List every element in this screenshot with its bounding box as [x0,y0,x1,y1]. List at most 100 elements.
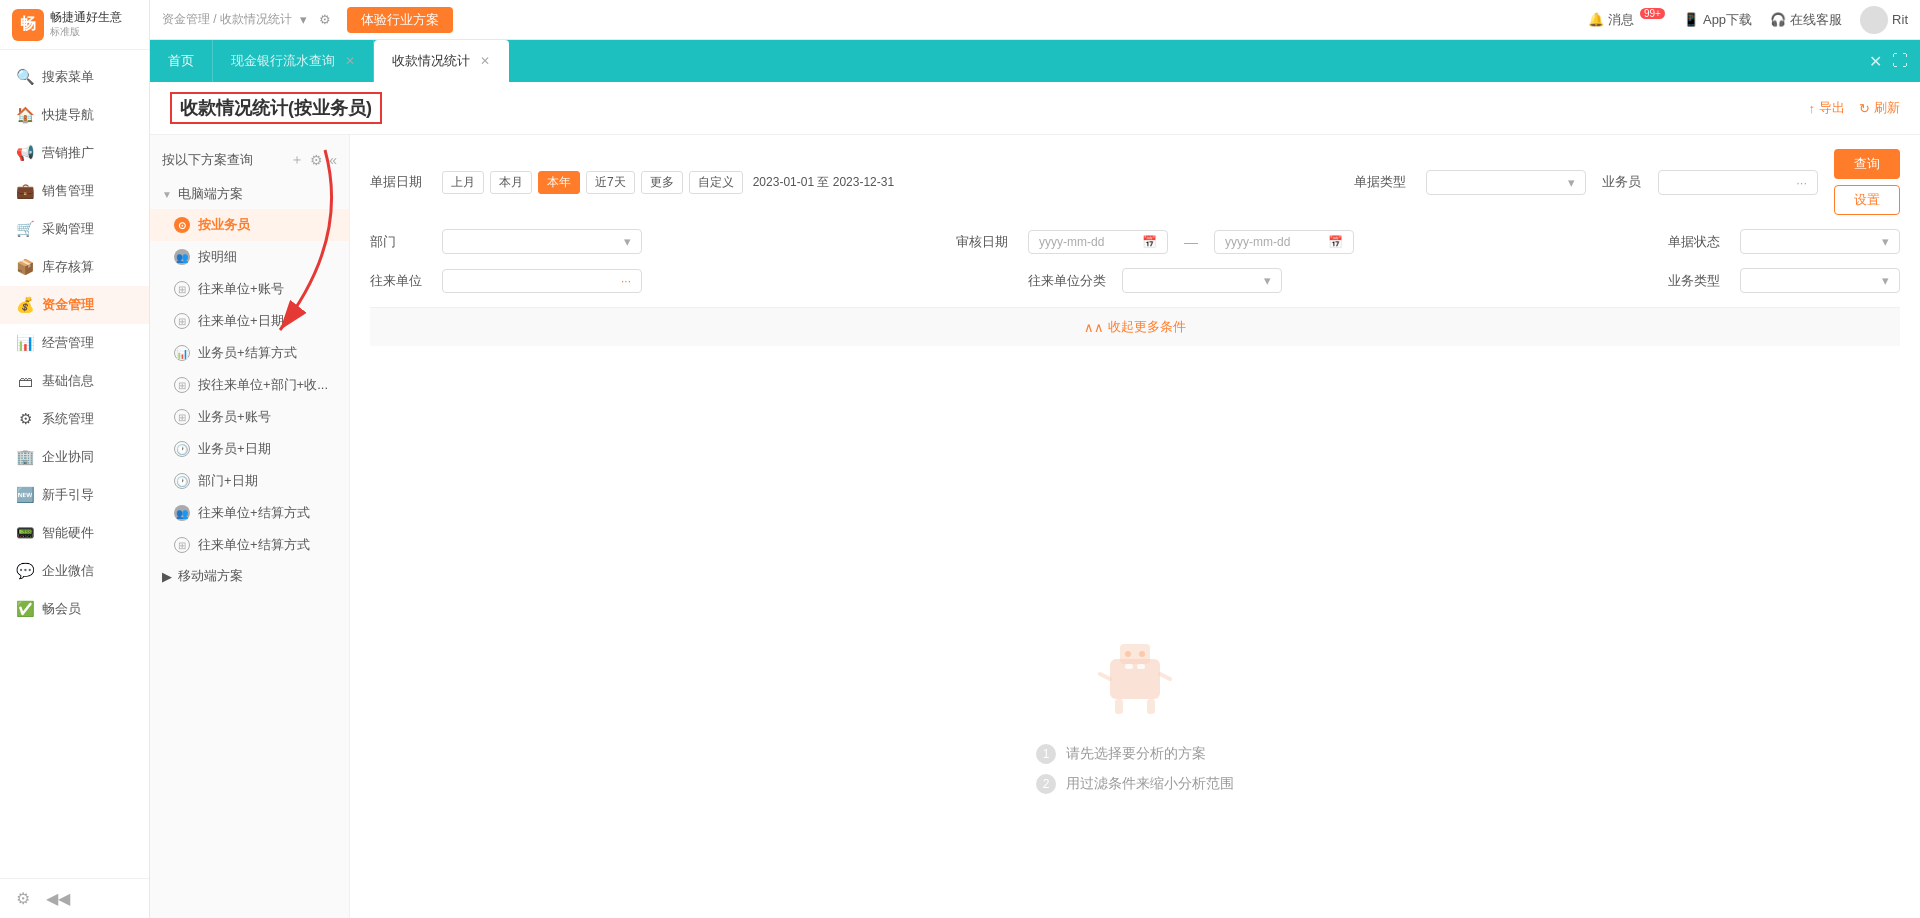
svg-point-2 [1125,651,1131,657]
purchase-icon: 🛒 [16,220,34,238]
scheme-settings-icon[interactable]: ⚙ [310,152,323,168]
tab-home[interactable]: 首页 [150,40,213,82]
date-btn-more[interactable]: 更多 [641,171,683,194]
people-icon: 👥 [174,505,190,521]
sidebar-item-enterprise[interactable]: 🏢企业协同 [0,438,149,476]
scheme-mobile-group-title[interactable]: ▶ 移动端方案 [150,561,349,591]
sidebar-item-finance[interactable]: 💰资金管理 [0,286,149,324]
date-label: 单据日期 [370,173,426,191]
app-download-btn[interactable]: 📱 App下载 [1683,11,1752,29]
empty-step-2: 2 用过滤条件来缩小分析范围 [1036,774,1234,794]
scheme-item-partner-method1[interactable]: 👥 往来单位+结算方式 [150,497,349,529]
window-close-icon[interactable]: ✕ [1869,52,1882,71]
member-icon: ✅ [16,600,34,618]
sidebar-item-quicknav[interactable]: 🏠 快捷导航 [0,96,149,134]
salesperson-select[interactable]: ··· [1658,170,1818,195]
sidebar-item-hardware[interactable]: 📟智能硬件 [0,514,149,552]
filter-row-3: 往来单位 ··· 往来单位分类 ▾ 业务类型 [370,268,1900,293]
biz-type-select[interactable]: ▾ [1740,268,1900,293]
date-quick-btns: 上月 本月 本年 近7天 更多 自定义 2023-01-01 至 2023-12… [442,171,894,194]
partner-more-icon[interactable]: ··· [621,274,631,288]
topbar-gear-icon[interactable]: ⚙ [319,12,331,27]
sidebar-item-master[interactable]: 🗃基础信息 [0,362,149,400]
review-date-from-input[interactable]: yyyy-mm-dd 📅 [1028,230,1168,254]
scheme-add-icon[interactable]: ＋ [290,151,304,169]
partner-label: 往来单位 [370,272,426,290]
filter-area: 单据日期 上月 本月 本年 近7天 更多 自定义 2023-01-01 至 20… [350,135,1920,501]
step-num-2: 2 [1036,774,1056,794]
scheme-desktop-group-title[interactable]: ▼ 电脑端方案 [150,179,349,209]
sidebar-label-member: 畅会员 [42,600,81,618]
date-btn-this-month[interactable]: 本月 [490,171,532,194]
sidebar-item-wechat[interactable]: 💬企业微信 [0,552,149,590]
svg-rect-4 [1125,664,1133,669]
messages-btn[interactable]: 🔔 消息 99+ [1588,11,1665,29]
logo-icon: 畅 [12,9,44,41]
sidebar-item-marketing[interactable]: 📢营销推广 [0,134,149,172]
trial-btn[interactable]: 体验行业方案 [347,7,453,33]
logo-sub: 标准版 [50,25,122,39]
scheme-item-by-detail[interactable]: 👥 按明细 [150,241,349,273]
breadcrumb-chevron-icon[interactable]: ▾ [300,12,307,27]
dept-select[interactable]: ▾ [442,229,642,254]
sidebar-item-system[interactable]: ⚙系统管理 [0,400,149,438]
salesperson-label: 业务员 [1602,173,1642,191]
scheme-item-partner-method2[interactable]: ⊞ 往来单位+结算方式 [150,529,349,561]
sidebar-item-sales[interactable]: 💼销售管理 [0,172,149,210]
calendar-icon-1: 📅 [1142,235,1157,249]
partner-category-select[interactable]: ▾ [1122,268,1282,293]
sidebar-item-operations[interactable]: 📊经营管理 [0,324,149,362]
main-area: 资金管理 / 收款情况统计 ▾ ⚙ 体验行业方案 🔔 消息 99+ 📱 App下… [150,40,1920,918]
sidebar-item-member[interactable]: ✅ 畅会员 [0,590,149,628]
scheme-item-salesperson-date[interactable]: 🕐 业务员+日期 [150,433,349,465]
scheme-collapse-icon[interactable]: « [329,152,337,168]
date-btn-last-month[interactable]: 上月 [442,171,484,194]
sidebar-label-finance: 资金管理 [42,296,94,314]
page-header: 收款情况统计(按业务员) ↑ 导出 ↻ 刷新 [150,82,1920,135]
sidebar-item-inventory[interactable]: 📦库存核算 [0,248,149,286]
export-btn[interactable]: ↑ 导出 [1809,99,1846,117]
quicknav-icon: 🏠 [16,106,34,124]
settings-icon[interactable]: ⚙ [16,889,30,908]
scheme-item-salesperson-method[interactable]: 📊 业务员+结算方式 [150,337,349,369]
scheme-desktop-group: ▼ 电脑端方案 ⊙ 按业务员 👥 按明细 ⊞ 往来单位+账号 [150,179,349,561]
breadcrumb: 资金管理 / 收款情况统计 [162,11,292,28]
type-chevron-icon: ▾ [1568,175,1575,190]
logo-text: 畅捷通好生意 [50,10,122,26]
online-service-label: 在线客服 [1790,11,1842,29]
type-select[interactable]: ▾ [1426,170,1586,195]
collection-tab-close-icon[interactable]: ✕ [480,54,490,68]
doc-status-select[interactable]: ▾ [1740,229,1900,254]
scheme-item-partner-date[interactable]: ⊞ 往来单位+日期 [150,305,349,337]
refresh-btn[interactable]: ↻ 刷新 [1859,99,1900,117]
date-btn-this-year[interactable]: 本年 [538,171,580,194]
date-btn-7days[interactable]: 近7天 [586,171,635,194]
user-avatar[interactable]: Rit [1860,6,1908,34]
online-service-btn[interactable]: 🎧 在线客服 [1770,11,1842,29]
tab-collection[interactable]: 收款情况统计 ✕ [374,40,509,82]
scheme-item-by-salesperson[interactable]: ⊙ 按业务员 [150,209,349,241]
settings-btn[interactable]: 设置 [1834,185,1900,215]
scheme-item-partner-account[interactable]: ⊞ 往来单位+账号 [150,273,349,305]
sidebar-item-search[interactable]: 🔍搜索菜单 [0,58,149,96]
scheme-item-salesperson-account[interactable]: ⊞ 业务员+账号 [150,401,349,433]
window-maximize-icon[interactable]: ⛶ [1892,52,1908,70]
chart-icon: 📊 [174,345,190,361]
date-btn-custom[interactable]: 自定义 [689,171,743,194]
sidebar-label-quicknav: 快捷导航 [42,106,94,124]
collapse-sidebar-icon[interactable]: ◀◀ [46,889,70,908]
sidebar-item-guide[interactable]: 🆕新手引导 [0,476,149,514]
sidebar-item-purchase[interactable]: 🛒采购管理 [0,210,149,248]
bank-tab-close-icon[interactable]: ✕ [345,54,355,68]
scheme-item-dept-date[interactable]: 🕐 部门+日期 [150,465,349,497]
collapse-bar[interactable]: ∧∧ 收起更多条件 [370,307,1900,346]
review-date-to-input[interactable]: yyyy-mm-dd 📅 [1214,230,1354,254]
scheme-item-partner-dept[interactable]: ⊞ 按往来单位+部门+收... [150,369,349,401]
step-num-1: 1 [1036,744,1056,764]
partner-select[interactable]: ··· [442,269,642,293]
query-btn[interactable]: 查询 [1834,149,1900,179]
marketing-icon: 📢 [16,144,34,162]
tab-bank[interactable]: 现金银行流水查询 ✕ [213,40,374,82]
svg-rect-6 [1115,699,1123,714]
bell-icon: 🔔 [1588,12,1604,27]
